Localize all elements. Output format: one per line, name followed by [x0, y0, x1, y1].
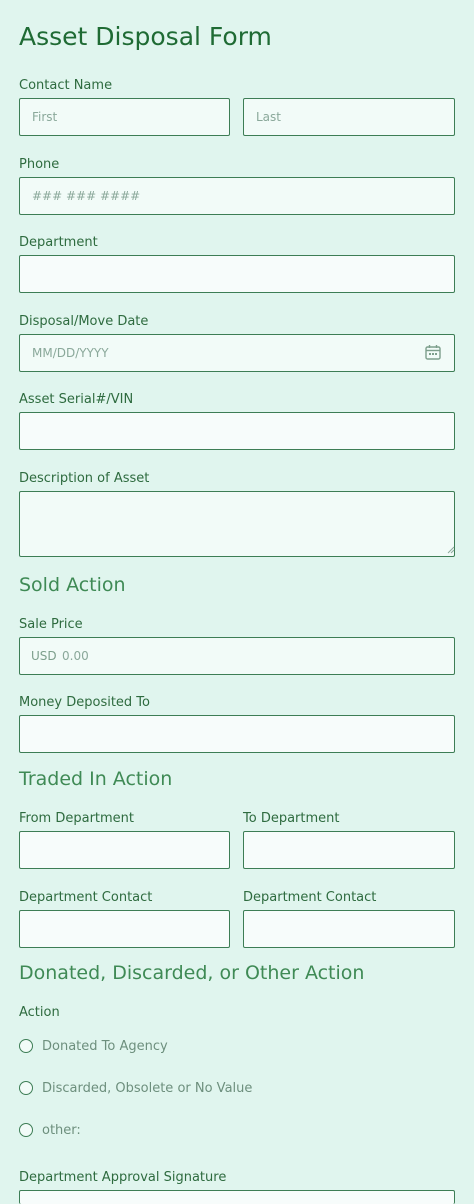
department-contact-right-input[interactable] — [243, 910, 455, 948]
traded-in-heading: Traded In Action — [19, 768, 173, 790]
asset-serial-input[interactable] — [19, 412, 455, 450]
to-department-input[interactable] — [243, 831, 455, 869]
department-contact-right-label: Department Contact — [243, 890, 377, 905]
disposal-date-input[interactable] — [19, 334, 455, 372]
sale-price-input[interactable] — [19, 637, 455, 675]
from-department-label: From Department — [19, 811, 135, 826]
radio-discarded[interactable] — [19, 1081, 33, 1095]
department-label: Department — [19, 235, 98, 250]
signature-pad[interactable] — [19, 1190, 455, 1204]
other-action-heading: Donated, Discarded, or Other Action — [19, 962, 365, 984]
action-label: Action — [19, 1005, 60, 1020]
description-textarea[interactable] — [19, 491, 455, 557]
money-deposited-input[interactable] — [19, 715, 455, 753]
last-name-input[interactable] — [243, 98, 455, 136]
resize-grip-icon[interactable] — [447, 546, 455, 554]
approval-signature-label: Department Approval Signature — [19, 1170, 227, 1185]
from-department-input[interactable] — [19, 831, 230, 869]
contact-name-label: Contact Name — [19, 78, 113, 93]
radio-donated[interactable] — [19, 1039, 33, 1053]
form-title: Asset Disposal Form — [19, 22, 272, 51]
disposal-date-label: Disposal/Move Date — [19, 314, 149, 329]
first-name-input[interactable] — [19, 98, 230, 136]
department-contact-left-label: Department Contact — [19, 890, 153, 905]
currency-prefix: USD — [31, 649, 57, 663]
asset-serial-label: Asset Serial#/VIN — [19, 392, 134, 407]
department-input[interactable] — [19, 255, 455, 293]
money-deposited-label: Money Deposited To — [19, 695, 150, 710]
radio-other-label[interactable]: other: — [42, 1123, 81, 1138]
calendar-icon[interactable] — [425, 344, 441, 360]
sold-action-heading: Sold Action — [19, 574, 126, 596]
sale-price-label: Sale Price — [19, 617, 83, 632]
phone-input[interactable] — [19, 177, 455, 215]
radio-other[interactable] — [19, 1123, 33, 1137]
radio-donated-label[interactable]: Donated To Agency — [42, 1039, 168, 1054]
phone-label: Phone — [19, 157, 60, 172]
to-department-label: To Department — [243, 811, 340, 826]
radio-discarded-label[interactable]: Discarded, Obsolete or No Value — [42, 1081, 252, 1096]
department-contact-left-input[interactable] — [19, 910, 230, 948]
description-label: Description of Asset — [19, 471, 150, 486]
